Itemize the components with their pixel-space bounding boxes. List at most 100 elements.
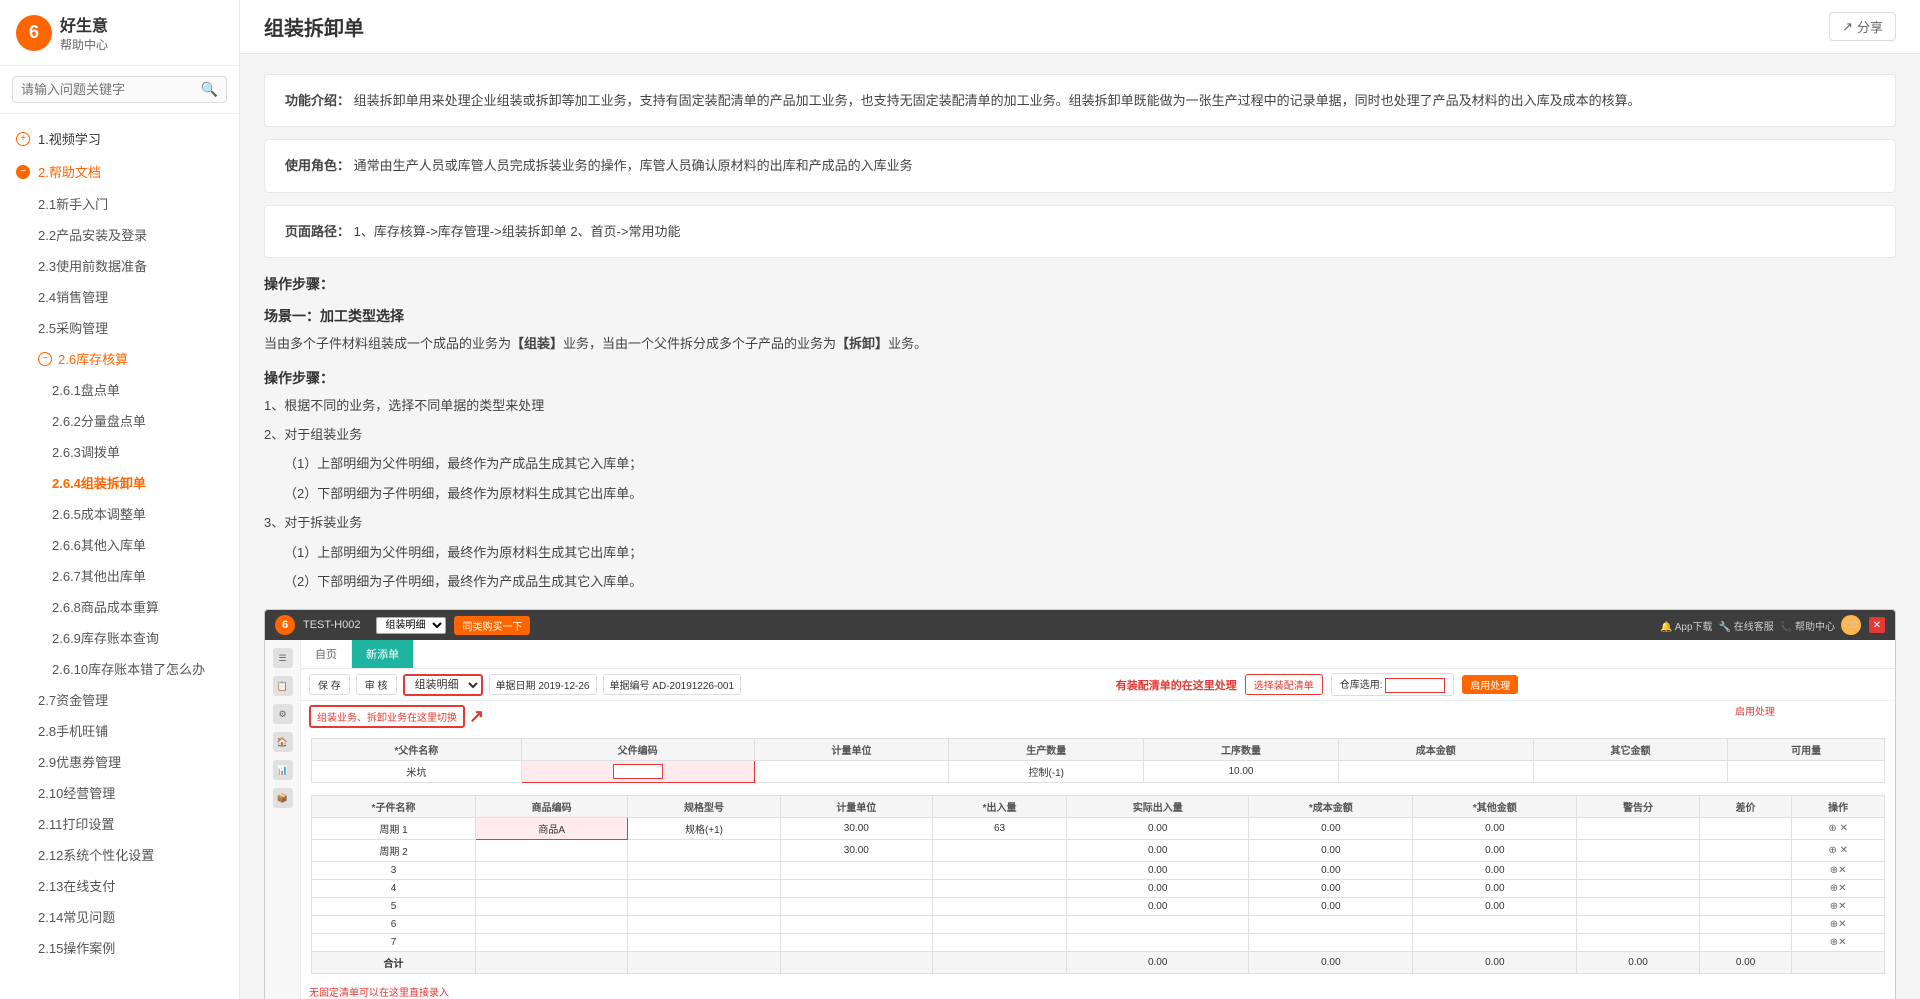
ss-lower-th-7: *其他金额 xyxy=(1413,796,1577,818)
sidebar-item-operations[interactable]: 2.10经营管理 xyxy=(0,777,239,808)
screenshot-container: 6 TEST-H002 组装明细 同类购买一下 🔔 App下载 🔧 在线客服 📞… xyxy=(264,609,1896,999)
sidebar: 6 好生意 帮助中心 🔍 + 1.视频学习 − 2.帮助文档 xyxy=(0,0,240,999)
ss-header: 6 TEST-H002 组装明细 同类购买一下 🔔 App下载 🔧 在线客服 📞… xyxy=(265,610,1895,640)
sidebar-sub-2.6.9[interactable]: 2.6.9库存账本查询 xyxy=(0,622,239,653)
table-row: 周期 1 商品A 规格(+1) 30.00 63 0.00 0.00 0.00 xyxy=(312,818,1885,840)
sidebar-item-coupon[interactable]: 2.9优惠券管理 xyxy=(0,746,239,777)
ss-annotation1-box: 组装业务、拆卸业务在这里切换 xyxy=(309,705,465,728)
sidebar-sub-2.6.10[interactable]: 2.6.10库存账本错了怎么办 xyxy=(0,653,239,684)
ss-cell-code xyxy=(521,761,754,783)
ss-lower-table-wrap: *子件名称 商品编码 规格型号 计量单位 *出入量 实际出入量 *成本金额 *其… xyxy=(301,789,1895,980)
ss-lower-th-3: 计量单位 xyxy=(780,796,932,818)
row-action-del[interactable]: ✕ xyxy=(1840,845,1848,856)
row-action-del[interactable]: ✕ xyxy=(1838,901,1846,912)
sidebar-sub-2.6.6[interactable]: 2.6.6其他入库单 xyxy=(0,529,239,560)
sidebar-item-faq[interactable]: 2.14常见问题 xyxy=(0,901,239,932)
ss-warehouse-input[interactable] xyxy=(1385,678,1445,693)
row-action-copy[interactable]: ⊕ xyxy=(1828,845,1836,856)
share-button[interactable]: ↗ 分享 xyxy=(1829,12,1896,41)
sidebar-sub-2.6.3[interactable]: 2.6.3调拨单 xyxy=(0,436,239,467)
sidebar-sub-2.6.1[interactable]: 2.6.1盘点单 xyxy=(0,374,239,405)
sidebar-item-print[interactable]: 2.11打印设置 xyxy=(0,808,239,839)
ss-avatar: CC xyxy=(1841,615,1861,635)
sidebar-item-newbie[interactable]: 2.1新手入门 xyxy=(0,188,239,219)
ss-upper-th-0: *父件名称 xyxy=(312,739,522,761)
row-action-copy[interactable]: ⊕ xyxy=(1830,883,1838,894)
sidebar-sub-2.6.2[interactable]: 2.6.2分量盘点单 xyxy=(0,405,239,436)
ss-nav-icon-6[interactable]: 📦 xyxy=(273,788,293,808)
ss-nav-icon-2[interactable]: 📋 xyxy=(273,676,293,696)
ss-nav-icon-5[interactable]: 📊 xyxy=(273,760,293,780)
sidebar-item-purchase[interactable]: 2.5采购管理 xyxy=(0,312,239,343)
ss-lower-th-9: 差价 xyxy=(1699,796,1792,818)
row-action-copy[interactable]: ⊕ xyxy=(1830,937,1838,948)
search-input[interactable] xyxy=(21,82,201,97)
path-label: 页面路径： xyxy=(285,224,350,239)
row-action-copy[interactable]: ⊕ xyxy=(1828,823,1836,834)
step1: 1、根据不同的业务，选择不同单据的类型来处理 xyxy=(264,394,1896,417)
ss-process-btn[interactable]: 启用处理 xyxy=(1462,675,1518,694)
ss-arrow-icon-1: ↗ xyxy=(469,706,484,727)
row-action-del[interactable]: ✕ xyxy=(1838,883,1846,894)
ss-org-select[interactable]: 组装明细 xyxy=(376,617,446,634)
ss-action-bar: 保 存 审 核 组装明细 拆卸明细 单据日期 2019-12-26 单据编号 A… xyxy=(301,669,1895,701)
ss-nav-icons: 🔔 App下载 🔧 在线客服 📞 帮助中心 CC xyxy=(1660,615,1861,635)
ss-annotation3-box: 启用处理 xyxy=(1735,703,1775,718)
role-label: 使用角色： xyxy=(285,158,350,173)
sidebar-sub-2.6.4[interactable]: 2.6.4组装拆卸单 xyxy=(0,467,239,498)
ss-tabs: 自页 新添单 xyxy=(301,640,1895,669)
ss-type-select[interactable]: 组装明细 拆卸明细 xyxy=(403,674,483,696)
ss-nav-icon-1[interactable]: ☰ xyxy=(273,648,293,668)
row-action-copy[interactable]: ⊕ xyxy=(1830,919,1838,930)
role-text: 通常由生产人员或库管人员完成拆装业务的操作，库管人员确认原材料的出库和产成品的入… xyxy=(354,158,913,173)
sidebar-item-dataprep[interactable]: 2.3使用前数据准备 xyxy=(0,250,239,281)
sidebar-item-payment[interactable]: 2.13在线支付 xyxy=(0,870,239,901)
logo-area: 6 好生意 帮助中心 xyxy=(0,0,239,66)
sidebar-sub-2.6.8[interactable]: 2.6.8商品成本重算 xyxy=(0,591,239,622)
table-row: 6 ⊕✕ xyxy=(312,916,1885,934)
sidebar-item-inventory[interactable]: − 2.6库存核算 xyxy=(0,343,239,374)
ss-type-selector-wrap: 组装明细 拆卸明细 xyxy=(403,674,483,696)
ss-nav-icon-3[interactable]: ⚙ xyxy=(273,704,293,724)
row-action-del[interactable]: ✕ xyxy=(1838,937,1846,948)
row-action-del[interactable]: ✕ xyxy=(1838,919,1846,930)
sidebar-item-mobile[interactable]: 2.8手机旺铺 xyxy=(0,715,239,746)
sidebar-item-sales[interactable]: 2.4销售管理 xyxy=(0,281,239,312)
logo-icon: 6 xyxy=(16,15,52,51)
sidebar-sub-2.6.5[interactable]: 2.6.5成本调整单 xyxy=(0,498,239,529)
ss-select-bom-btn[interactable]: 选择装配清单 xyxy=(1245,674,1323,695)
ss-save-btn[interactable]: 保 存 xyxy=(309,674,350,695)
ss-orange-btn[interactable]: 同类购买一下 xyxy=(454,616,530,635)
sidebar-sub-2.6.7[interactable]: 2.6.7其他出库单 xyxy=(0,560,239,591)
sidebar-item-customization[interactable]: 2.12系统个性化设置 xyxy=(0,839,239,870)
search-icon[interactable]: 🔍 xyxy=(201,81,218,98)
sidebar-item-docs[interactable]: − 2.帮助文档 xyxy=(0,155,239,188)
ss-nav-icon-4[interactable]: 🏠 xyxy=(273,732,293,752)
ss-code-input[interactable] xyxy=(613,764,663,779)
sidebar-item-cases[interactable]: 2.15操作案例 xyxy=(0,932,239,963)
row-action-del[interactable]: ✕ xyxy=(1838,865,1846,876)
ss-upper-th-2: 计量单位 xyxy=(754,739,949,761)
ss-close-button[interactable]: ✕ xyxy=(1869,617,1885,633)
table-row: 米坑 控制(-1) 10.00 xyxy=(312,761,1885,783)
step3-2: （2）下部明细为子件明细，最终作为产成品生成其它入库单。 xyxy=(264,570,1896,593)
nav-tree: + 1.视频学习 − 2.帮助文档 2.1新手入门 2.2产品安装及登录 2.3… xyxy=(0,114,239,999)
sidebar-item-video[interactable]: + 1.视频学习 xyxy=(0,122,239,155)
ss-lower-table: *子件名称 商品编码 规格型号 计量单位 *出入量 实际出入量 *成本金额 *其… xyxy=(311,795,1885,974)
row-action-copy[interactable]: ⊕ xyxy=(1830,865,1838,876)
ss-annotation-row: 组装业务、拆卸业务在这里切换 ↗ 启用处理 xyxy=(301,701,1895,732)
ss-approve-area: 仓库选用: xyxy=(1331,673,1455,696)
ss-tab-home[interactable]: 自页 xyxy=(301,640,352,668)
table-row: 5 0.000.000.00 ⊕✕ xyxy=(312,898,1885,916)
sidebar-item-install[interactable]: 2.2产品安装及登录 xyxy=(0,219,239,250)
row-action-del[interactable]: ✕ xyxy=(1840,823,1848,834)
ss-annotation4: 无固定清单可以在这里直接录入 xyxy=(301,980,1895,999)
ss-cell-name: 米坑 xyxy=(312,761,522,783)
ss-upper-table: *父件名称 父件编码 计量单位 生产数量 工序数量 成本金额 其它金额 可用量 xyxy=(311,738,1885,783)
sidebar-item-finance[interactable]: 2.7资金管理 xyxy=(0,684,239,715)
ss-audit-btn[interactable]: 审 核 xyxy=(356,674,397,695)
ss-upper-th-4: 工序数量 xyxy=(1144,739,1339,761)
ss-tab-new[interactable]: 新添单 xyxy=(352,640,414,668)
search-box: 🔍 xyxy=(0,66,239,114)
row-action-copy[interactable]: ⊕ xyxy=(1830,901,1838,912)
